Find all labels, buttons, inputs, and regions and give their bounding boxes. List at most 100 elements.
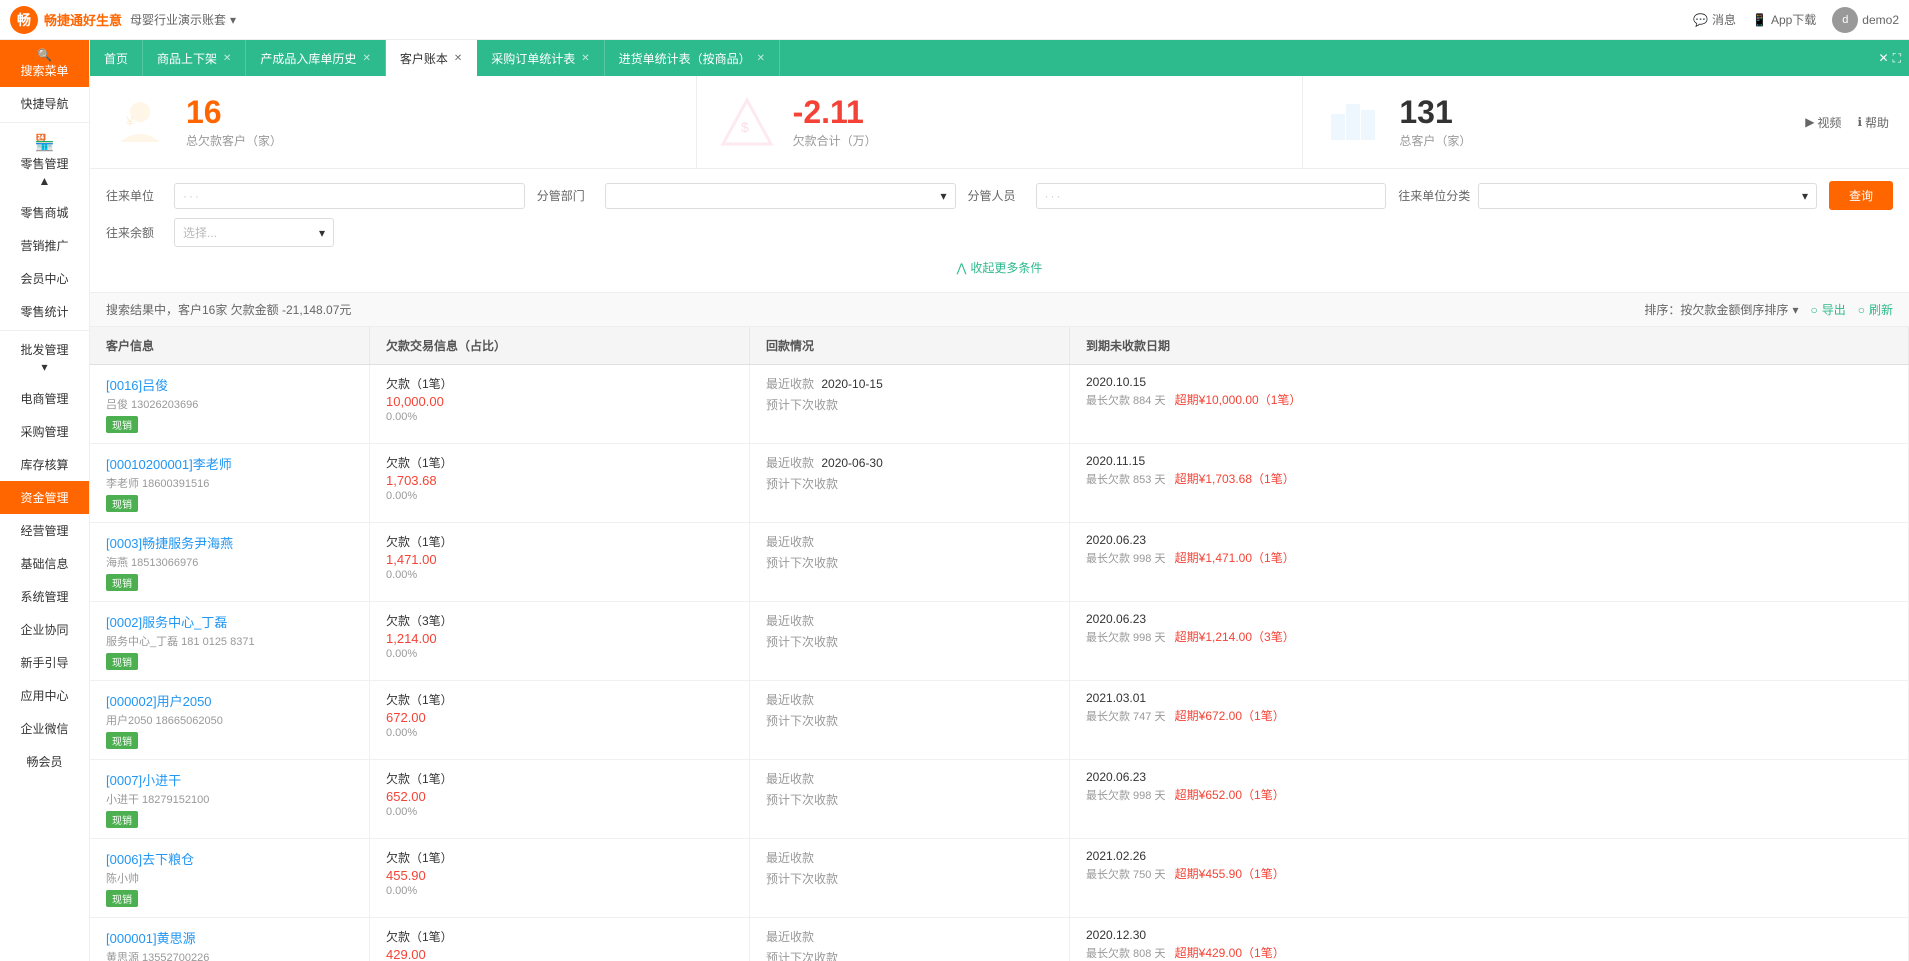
sidebar-item-member[interactable]: 会员中心 bbox=[0, 262, 89, 295]
latest-label-5: 最近收款 bbox=[766, 772, 814, 786]
overdue-link-3[interactable]: 超期¥1,214.00（3笔） bbox=[1175, 630, 1295, 644]
sidebar-item-finance[interactable]: 资金管理 bbox=[0, 481, 89, 514]
user-menu[interactable]: d demo2 bbox=[1832, 7, 1899, 33]
tab-close-purchase-order[interactable]: ✕ bbox=[581, 53, 589, 64]
recovery-latest-7: 最近收款 bbox=[766, 928, 1053, 945]
sidebar-item-apps[interactable]: 应用中心 bbox=[0, 679, 89, 712]
result-actions: 排序：按欠款金额倒序排序 ▾ ○ 导出 ○ 刷新 bbox=[1644, 301, 1893, 318]
tab-close-customer-account[interactable]: ✕ bbox=[454, 53, 462, 64]
overdue-link-6[interactable]: 超期¥455.90（1笔） bbox=[1175, 867, 1285, 881]
sidebar-item-basic[interactable]: 基础信息 bbox=[0, 547, 89, 580]
search-button[interactable]: 查询 bbox=[1829, 181, 1893, 210]
refresh-button[interactable]: ○ 刷新 bbox=[1858, 301, 1893, 318]
tab-home[interactable]: 首页 bbox=[90, 40, 143, 76]
person-input[interactable]: ··· bbox=[1036, 183, 1387, 209]
sidebar-search[interactable]: 🔍 搜索菜单 bbox=[0, 40, 89, 87]
message-btn[interactable]: 💬 消息 bbox=[1693, 11, 1736, 28]
debt-count-5: 欠款（1笔） bbox=[386, 770, 733, 787]
logo-area: 畅 畅捷通好生意 bbox=[10, 6, 122, 34]
sidebar-item-retail-mgmt[interactable]: 🏪 零售管理 ▲ bbox=[0, 125, 89, 196]
company-selector[interactable]: 母婴行业演示账套 ▾ bbox=[130, 11, 236, 28]
tab-maximize-icon[interactable]: ⛶ bbox=[1893, 51, 1901, 66]
help-btn[interactable]: ℹ 帮助 bbox=[1857, 114, 1889, 131]
debt-amount-3[interactable]: 1,214.00 bbox=[386, 631, 733, 646]
debt-amount-6[interactable]: 455.90 bbox=[386, 868, 733, 883]
source-unit-input[interactable]: ··· bbox=[174, 183, 525, 209]
sidebar-item-system[interactable]: 系统管理 bbox=[0, 580, 89, 613]
overdue-link-4[interactable]: 超期¥672.00（1笔） bbox=[1175, 709, 1285, 723]
debt-amount-1[interactable]: 1,703.68 bbox=[386, 473, 733, 488]
result-summary: 搜索结果中，客户16家 欠款金额 -21,148.07元 bbox=[106, 301, 351, 318]
help-icon: ℹ bbox=[1857, 115, 1862, 129]
recovery-next-7: 预计下次收款 bbox=[766, 949, 1053, 961]
video-btn[interactable]: ▶ 视频 bbox=[1805, 114, 1841, 131]
sidebar-item-purchase[interactable]: 采购管理 bbox=[0, 415, 89, 448]
tab-customer-account[interactable]: 客户账本 ✕ bbox=[386, 40, 477, 76]
overdue-link-1[interactable]: 超期¥1,703.68（1笔） bbox=[1175, 472, 1295, 486]
export-button[interactable]: ○ 导出 bbox=[1810, 301, 1845, 318]
overdue-link-2[interactable]: 超期¥1,471.00（1笔） bbox=[1175, 551, 1295, 565]
sidebar-item-inventory[interactable]: 库存核算 bbox=[0, 448, 89, 481]
sidebar-item-corp[interactable]: 企业协同 bbox=[0, 613, 89, 646]
recovery-next-1: 预计下次收款 bbox=[766, 475, 1053, 492]
customer-account-tab-label: 客户账本 bbox=[400, 50, 448, 67]
customer-name-link-6[interactable]: [0006]去下粮仓 bbox=[106, 852, 194, 867]
overdue-link-5[interactable]: 超期¥652.00（1笔） bbox=[1175, 788, 1285, 802]
debt-amount-0[interactable]: 10,000.00 bbox=[386, 394, 733, 409]
customer-name-link-0[interactable]: [0016]吕俊 bbox=[106, 378, 168, 393]
tab-purchase-stats[interactable]: 进货单统计表（按商品） ✕ bbox=[605, 40, 780, 76]
tab-close-purchase-stats[interactable]: ✕ bbox=[757, 53, 765, 64]
sidebar-item-retail-stats[interactable]: 零售统计 bbox=[0, 295, 89, 328]
sidebar-item-quicknav[interactable]: 快捷导航 bbox=[0, 87, 89, 120]
debt-ratio-2: 0.00% bbox=[386, 569, 733, 581]
customer-name-link-7[interactable]: [000001]黄思源 bbox=[106, 931, 196, 946]
tab-close-production[interactable]: ✕ bbox=[362, 53, 370, 64]
sidebar-item-ops[interactable]: 经营管理 bbox=[0, 514, 89, 547]
sidebar-item-vip[interactable]: 畅会员 bbox=[0, 745, 89, 778]
customer-name-link-3[interactable]: [0002]服务中心_丁磊 bbox=[106, 615, 227, 630]
customer-name-link-1[interactable]: [00010200001]李老师 bbox=[106, 457, 232, 472]
sidebar-item-ecom[interactable]: 电商管理 bbox=[0, 382, 89, 415]
overdue-link-0[interactable]: 超期¥10,000.00（1笔） bbox=[1175, 393, 1302, 407]
member-label: 会员中心 bbox=[20, 270, 68, 287]
overdue-link-7[interactable]: 超期¥429.00（1笔） bbox=[1175, 946, 1285, 960]
customer-name-link-5[interactable]: [0007]小进干 bbox=[106, 773, 181, 788]
sidebar-item-retail-shop[interactable]: 零售商城 bbox=[0, 196, 89, 229]
debt-amount-2[interactable]: 1,471.00 bbox=[386, 552, 733, 567]
td-overdue-7: 2020.12.30 最长欠款 808 天 超期¥429.00（1笔） bbox=[1070, 918, 1909, 961]
table-row: [00010200001]李老师 李老师 18600391516 现销 欠款（1… bbox=[90, 444, 1909, 523]
video-label: 视频 bbox=[1817, 114, 1841, 131]
dept-select[interactable]: ▾ bbox=[605, 183, 956, 209]
tab-production[interactable]: 产成品入库单历史 ✕ bbox=[246, 40, 385, 76]
latest-label-0: 最近收款 bbox=[766, 377, 814, 391]
sidebar-item-wechat[interactable]: 企业微信 bbox=[0, 712, 89, 745]
overdue-date-3: 2020.06.23 bbox=[1086, 612, 1892, 626]
sidebar-item-marketing[interactable]: 营销推广 bbox=[0, 229, 89, 262]
newbie-label: 新手引导 bbox=[20, 654, 68, 671]
balance-select[interactable]: 选择... ▾ bbox=[174, 218, 334, 247]
app-download-btn[interactable]: 📱 App下载 bbox=[1752, 11, 1816, 28]
tab-products[interactable]: 商品上下架 ✕ bbox=[143, 40, 246, 76]
customer-name-link-2[interactable]: [0003]畅捷服务尹海燕 bbox=[106, 536, 233, 551]
debt-amount-4[interactable]: 672.00 bbox=[386, 710, 733, 725]
overdue-days-2: 最长欠款 998 天 超期¥1,471.00（1笔） bbox=[1086, 549, 1892, 566]
export-circle-icon: ○ bbox=[1810, 303, 1817, 317]
sidebar-item-batch-mgmt[interactable]: 批发管理 ▾ bbox=[0, 333, 89, 382]
debt-amount-7[interactable]: 429.00 bbox=[386, 947, 733, 961]
batch-mgmt-label: 批发管理 bbox=[20, 341, 68, 358]
tab-close-all-icon[interactable]: ✕ bbox=[1879, 51, 1889, 65]
svg-text:¥: ¥ bbox=[125, 113, 134, 129]
customer-contact-7: 黄思源 13552700226 bbox=[106, 949, 353, 961]
debt-amount-5[interactable]: 652.00 bbox=[386, 789, 733, 804]
collapse-button[interactable]: ⋀ 收起更多条件 bbox=[957, 259, 1043, 276]
sidebar-item-newbie[interactable]: 新手引导 bbox=[0, 646, 89, 679]
unit-category-select[interactable]: ▾ bbox=[1478, 183, 1817, 209]
customer-name-link-4[interactable]: [000002]用户2050 bbox=[106, 694, 212, 709]
unit-category-chevron-icon: ▾ bbox=[1802, 189, 1808, 203]
td-debt-4: 欠款（1笔） 672.00 0.00% bbox=[370, 681, 750, 759]
sort-selector[interactable]: 排序：按欠款金额倒序排序 ▾ bbox=[1644, 301, 1798, 318]
tab-close-products[interactable]: ✕ bbox=[223, 53, 231, 64]
td-recovery-7: 最近收款 预计下次收款 bbox=[750, 918, 1070, 961]
tab-purchase-order[interactable]: 采购订单统计表 ✕ bbox=[477, 40, 604, 76]
td-recovery-2: 最近收款 预计下次收款 bbox=[750, 523, 1070, 601]
